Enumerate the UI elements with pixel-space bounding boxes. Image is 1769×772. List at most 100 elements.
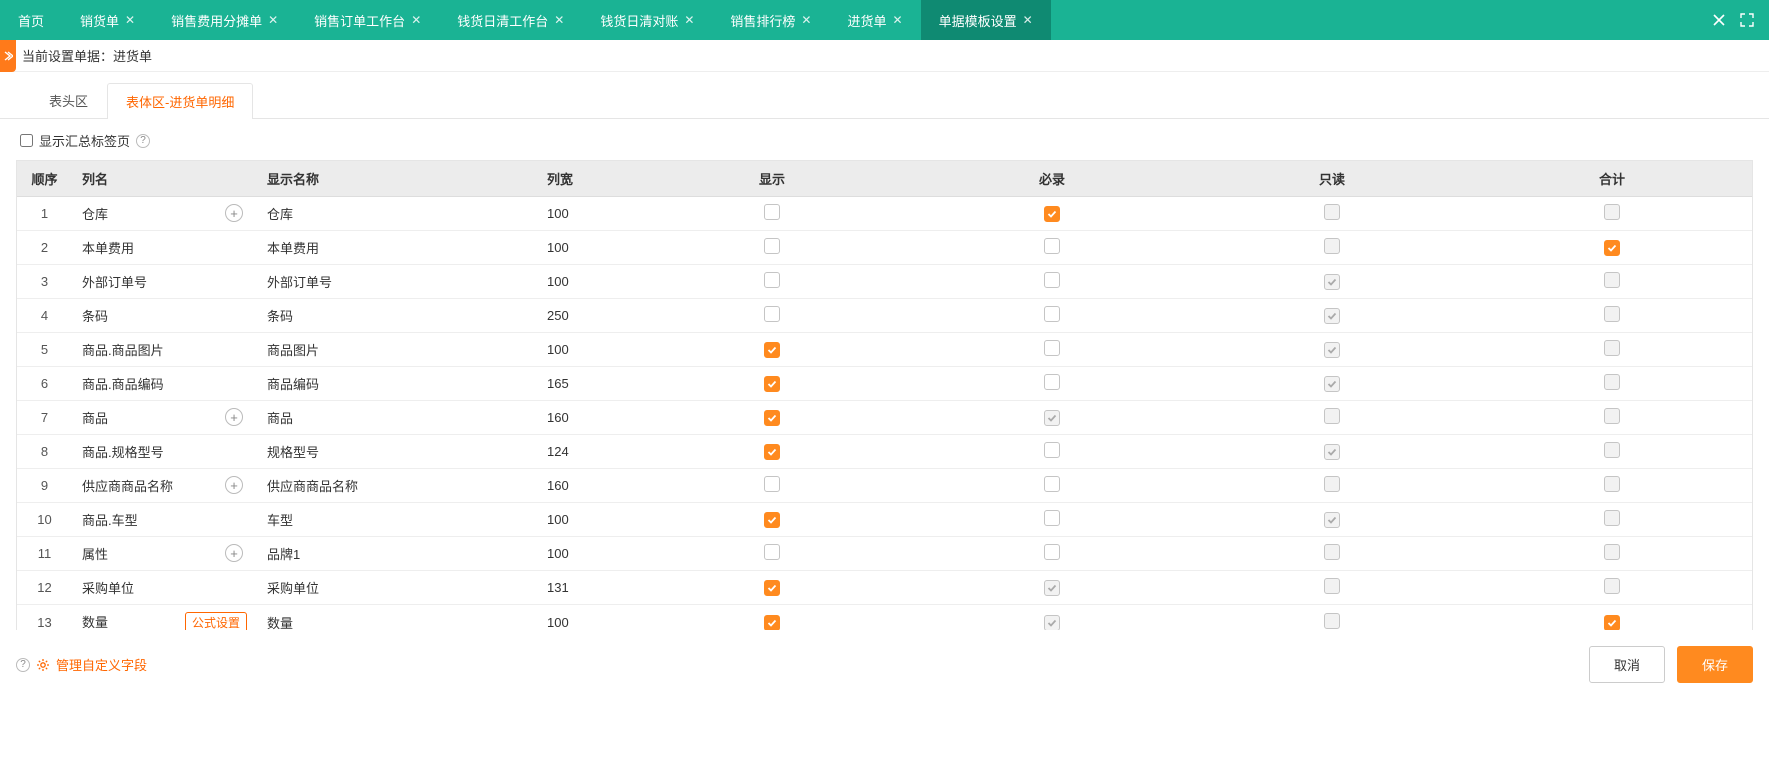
checkbox[interactable] (1604, 240, 1620, 256)
checkbox[interactable] (764, 512, 780, 528)
checkbox[interactable] (764, 306, 780, 322)
top-tab[interactable]: 销售排行榜✕ (712, 0, 829, 40)
cell-width[interactable]: 250 (537, 299, 632, 333)
top-tab[interactable]: 钱货日清工作台✕ (439, 0, 582, 40)
manage-custom-fields-link[interactable]: 管理自定义字段 (56, 655, 147, 674)
checkbox[interactable] (1044, 206, 1060, 222)
cell-width[interactable]: 100 (537, 605, 632, 631)
cell-display-name[interactable]: 条码 (257, 299, 537, 333)
cell-width[interactable]: 165 (537, 367, 632, 401)
cell-display-name[interactable]: 仓库 (257, 197, 537, 231)
table-row[interactable]: 2本单费用本单费用100 (17, 231, 1752, 265)
cell-width[interactable]: 131 (537, 571, 632, 605)
checkbox[interactable] (1044, 238, 1060, 254)
checkbox[interactable] (1044, 374, 1060, 390)
section-tab[interactable]: 表体区-进货单明细 (107, 83, 253, 119)
close-icon[interactable]: ✕ (411, 13, 421, 27)
cell-display-name[interactable]: 商品 (257, 401, 537, 435)
table-row[interactable]: 13数量公式设置数量100 (17, 605, 1752, 631)
top-tab[interactable]: 进货单✕ (829, 0, 920, 40)
formula-button[interactable]: 公式设置 (185, 612, 247, 630)
checkbox[interactable] (1044, 544, 1060, 560)
section-tab[interactable]: 表头区 (30, 82, 107, 118)
checkbox[interactable] (1044, 476, 1060, 492)
cell-width[interactable]: 124 (537, 435, 632, 469)
footer-help-icon[interactable]: ? (16, 658, 30, 672)
fullscreen-icon[interactable] (1739, 12, 1755, 28)
table-row[interactable]: 4条码条码250 (17, 299, 1752, 333)
help-icon[interactable]: ? (136, 134, 150, 148)
cell-display-name[interactable]: 商品图片 (257, 333, 537, 367)
add-icon[interactable]: + (225, 544, 243, 562)
table-row[interactable]: 12采购单位采购单位131 (17, 571, 1752, 605)
add-icon[interactable]: + (225, 408, 243, 426)
checkbox[interactable] (764, 544, 780, 560)
close-icon[interactable]: ✕ (554, 13, 564, 27)
cell-display-name[interactable]: 供应商商品名称 (257, 469, 537, 503)
cell-width[interactable]: 100 (537, 265, 632, 299)
table-row[interactable]: 11属性+品牌1100 (17, 537, 1752, 571)
table-row[interactable]: 10商品.车型车型100 (17, 503, 1752, 537)
checkbox[interactable] (764, 238, 780, 254)
cell-width[interactable]: 160 (537, 469, 632, 503)
cell-display-name[interactable]: 数量 (257, 605, 537, 631)
close-icon[interactable]: ✕ (268, 13, 278, 27)
checkbox[interactable] (1044, 272, 1060, 288)
cell-display-name[interactable]: 外部订单号 (257, 265, 537, 299)
checkbox[interactable] (764, 342, 780, 358)
checkbox[interactable] (1604, 615, 1620, 631)
top-tab[interactable]: 销售费用分摊单✕ (153, 0, 296, 40)
checkbox[interactable] (764, 410, 780, 426)
cell-display-name[interactable]: 规格型号 (257, 435, 537, 469)
checkbox[interactable] (764, 444, 780, 460)
cell-display-name[interactable]: 采购单位 (257, 571, 537, 605)
close-all-icon[interactable] (1711, 12, 1727, 28)
checkbox[interactable] (1044, 340, 1060, 356)
checkbox[interactable] (764, 272, 780, 288)
cell-display-name[interactable]: 车型 (257, 503, 537, 537)
table-row[interactable]: 1仓库+仓库100 (17, 197, 1752, 231)
checkbox (1324, 476, 1340, 492)
top-tab[interactable]: 钱货日清对账✕ (582, 0, 712, 40)
checkbox[interactable] (764, 204, 780, 220)
cell-width[interactable]: 100 (537, 333, 632, 367)
cell-width[interactable]: 160 (537, 401, 632, 435)
checkbox[interactable] (764, 615, 780, 631)
cell-display-name[interactable]: 商品编码 (257, 367, 537, 401)
close-icon[interactable]: ✕ (1023, 13, 1033, 27)
checkbox[interactable] (764, 476, 780, 492)
table-row[interactable]: 7商品+商品160 (17, 401, 1752, 435)
top-tab[interactable]: 单据模板设置✕ (921, 0, 1051, 40)
checkbox[interactable] (1044, 442, 1060, 458)
cancel-button[interactable]: 取消 (1589, 646, 1665, 683)
checkbox (1324, 376, 1340, 392)
save-button[interactable]: 保存 (1677, 646, 1753, 683)
checkbox (1324, 342, 1340, 358)
expand-handle[interactable] (0, 40, 16, 72)
add-icon[interactable]: + (225, 476, 243, 494)
table-row[interactable]: 9供应商商品名称+供应商商品名称160 (17, 469, 1752, 503)
show-summary-checkbox[interactable] (20, 134, 33, 147)
checkbox[interactable] (764, 580, 780, 596)
close-icon[interactable]: ✕ (125, 13, 135, 27)
close-icon[interactable]: ✕ (893, 13, 903, 27)
cell-display-name[interactable]: 品牌1 (257, 537, 537, 571)
table-row[interactable]: 5商品.商品图片商品图片100 (17, 333, 1752, 367)
table-row[interactable]: 6商品.商品编码商品编码165 (17, 367, 1752, 401)
cell-width[interactable]: 100 (537, 537, 632, 571)
top-tab[interactable]: 销售订单工作台✕ (296, 0, 439, 40)
table-row[interactable]: 8商品.规格型号规格型号124 (17, 435, 1752, 469)
cell-width[interactable]: 100 (537, 231, 632, 265)
close-icon[interactable]: ✕ (801, 13, 811, 27)
table-row[interactable]: 3外部订单号外部订单号100 (17, 265, 1752, 299)
cell-display-name[interactable]: 本单费用 (257, 231, 537, 265)
add-icon[interactable]: + (225, 204, 243, 222)
close-icon[interactable]: ✕ (684, 13, 694, 27)
top-tab[interactable]: 销货单✕ (62, 0, 153, 40)
cell-width[interactable]: 100 (537, 197, 632, 231)
checkbox[interactable] (764, 376, 780, 392)
checkbox[interactable] (1044, 306, 1060, 322)
checkbox[interactable] (1044, 510, 1060, 526)
top-tab[interactable]: 首页 (0, 0, 62, 40)
cell-width[interactable]: 100 (537, 503, 632, 537)
